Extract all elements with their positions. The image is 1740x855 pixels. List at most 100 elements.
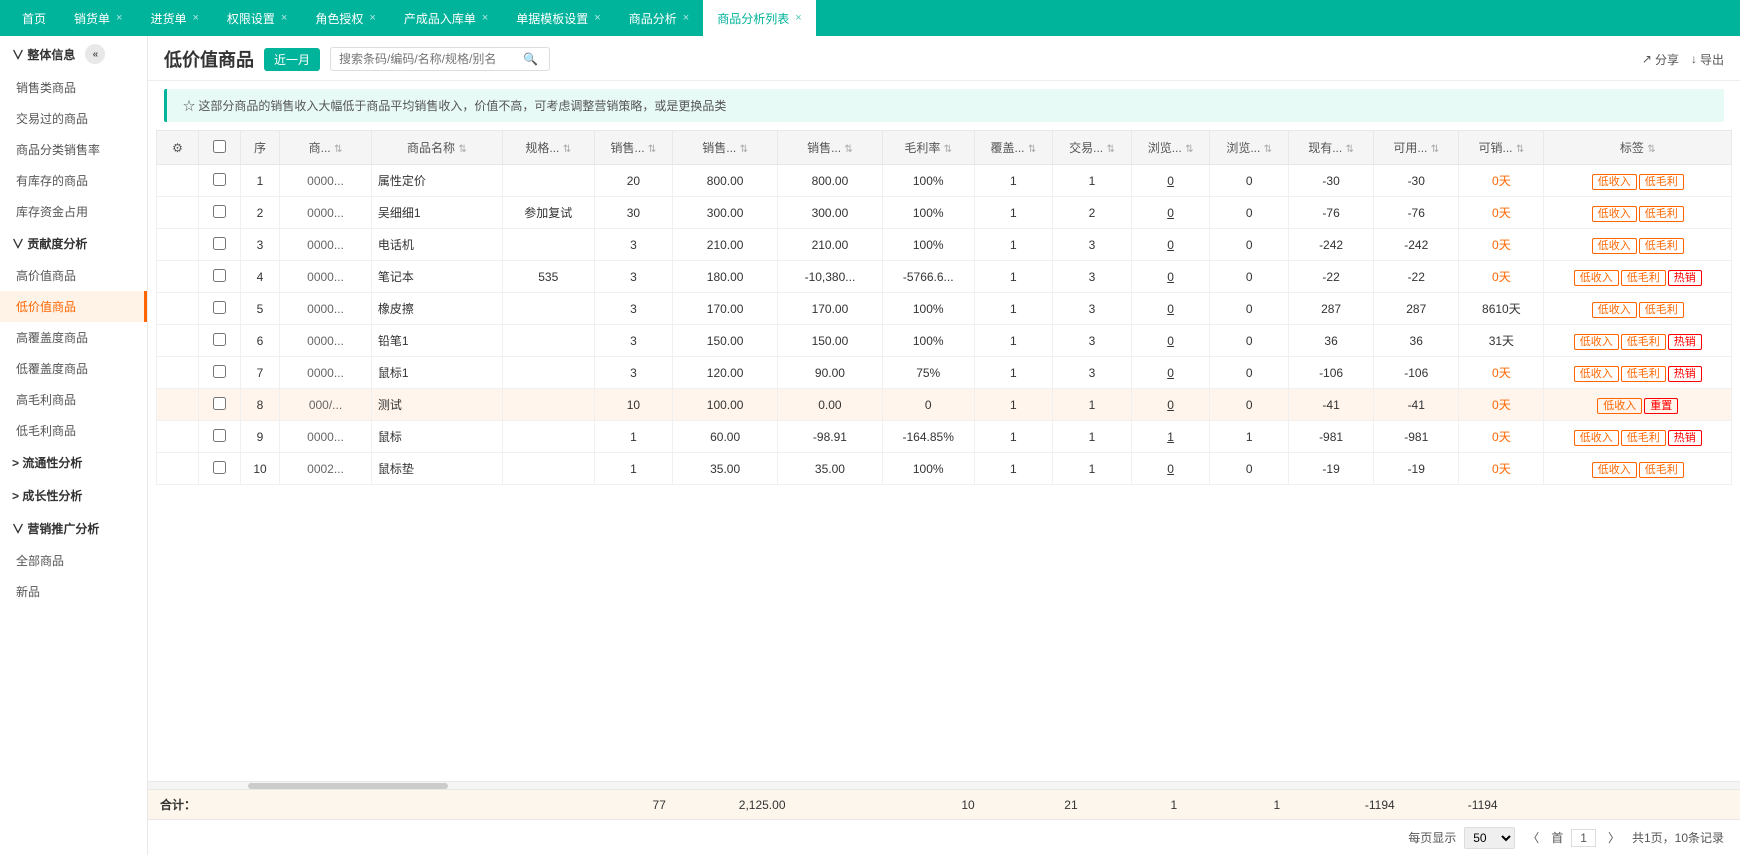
row-browse1[interactable]: 0 (1131, 325, 1210, 357)
row-code[interactable]: 0000... (280, 357, 372, 389)
close-sales[interactable]: × (116, 12, 122, 24)
select-all-checkbox[interactable] (213, 140, 226, 153)
browse-link[interactable]: 0 (1167, 270, 1174, 284)
row-name[interactable]: 鼠标1 (371, 357, 502, 389)
row-select-checkbox[interactable] (213, 173, 226, 186)
sidebar-item-sales-products[interactable]: 销售类商品 (0, 72, 147, 103)
close-purchase[interactable]: × (192, 12, 198, 24)
row-select-checkbox[interactable] (213, 269, 226, 282)
close-role[interactable]: × (369, 12, 375, 24)
row-name[interactable]: 鼠标垫 (371, 453, 502, 485)
row-name[interactable]: 鼠标 (371, 421, 502, 453)
th-stock1[interactable]: 现有... ⇅ (1289, 131, 1374, 165)
row-browse1[interactable]: 0 (1131, 197, 1210, 229)
sidebar-item-high-coverage[interactable]: 高覆盖度商品 (0, 322, 147, 353)
th-days[interactable]: 可销... ⇅ (1459, 131, 1544, 165)
sidebar-item-new-products[interactable]: 新品 (0, 576, 147, 607)
th-stock2[interactable]: 可用... ⇅ (1374, 131, 1459, 165)
sidebar-group-marketing[interactable]: ∨ 营销推广分析 (0, 512, 147, 545)
sidebar-item-all-products[interactable]: 全部商品 (0, 545, 147, 576)
sidebar-group-circulation[interactable]: > 流通性分析 (0, 446, 147, 479)
row-checkbox[interactable] (198, 165, 240, 197)
close-template[interactable]: × (594, 12, 600, 24)
row-select-checkbox[interactable] (213, 397, 226, 410)
th-spec[interactable]: 规格... ⇅ (502, 131, 594, 165)
th-gross[interactable]: 毛利率 ⇅ (882, 131, 974, 165)
sidebar-item-stocked-products[interactable]: 有库存的商品 (0, 165, 147, 196)
row-select-checkbox[interactable] (213, 205, 226, 218)
collapse-overview[interactable]: « (85, 44, 105, 64)
sidebar-item-low-coverage[interactable]: 低覆盖度商品 (0, 353, 147, 384)
row-code[interactable]: 0000... (280, 197, 372, 229)
close-product-inbound[interactable]: × (482, 12, 488, 24)
th-browse1[interactable]: 浏览... ⇅ (1131, 131, 1210, 165)
row-name[interactable]: 测试 (371, 389, 502, 421)
row-code[interactable]: 0000... (280, 165, 372, 197)
row-select-checkbox[interactable] (213, 333, 226, 346)
browse-link[interactable]: 0 (1167, 174, 1174, 188)
nav-product-analysis-list[interactable]: 商品分析列表 × (703, 0, 815, 36)
th-browse2[interactable]: 浏览... ⇅ (1210, 131, 1289, 165)
row-code[interactable]: 0000... (280, 293, 372, 325)
row-checkbox[interactable] (198, 261, 240, 293)
th-coverage[interactable]: 覆盖... ⇅ (974, 131, 1053, 165)
browse-link[interactable]: 0 (1167, 302, 1174, 316)
browse-link[interactable]: 1 (1167, 430, 1174, 444)
export-button[interactable]: ↓ 导出 (1691, 51, 1724, 68)
nav-purchase[interactable]: 进货单 × (136, 0, 212, 36)
row-select-checkbox[interactable] (213, 237, 226, 250)
browse-link[interactable]: 0 (1167, 366, 1174, 380)
nav-template[interactable]: 单据模板设置 × (502, 0, 614, 36)
row-name[interactable]: 橡皮擦 (371, 293, 502, 325)
browse-link[interactable]: 0 (1167, 238, 1174, 252)
search-icon[interactable]: 🔍 (523, 52, 538, 66)
sidebar-group-contribution[interactable]: ∨ 贡献度分析 (0, 227, 147, 260)
row-checkbox[interactable] (198, 389, 240, 421)
sidebar-item-traded-products[interactable]: 交易过的商品 (0, 103, 147, 134)
th-sales3[interactable]: 销售... ⇅ (778, 131, 883, 165)
row-select-checkbox[interactable] (213, 429, 226, 442)
sidebar-item-low-value[interactable]: 低价值商品 (0, 291, 147, 322)
th-tags[interactable]: 标签 ⇅ (1544, 131, 1732, 165)
row-code[interactable]: 0000... (280, 421, 372, 453)
browse-link[interactable]: 0 (1167, 398, 1174, 412)
row-checkbox[interactable] (198, 293, 240, 325)
row-checkbox[interactable] (198, 421, 240, 453)
next-page[interactable]: 〉 (1604, 829, 1624, 846)
scroll-bar-area[interactable] (148, 781, 1740, 789)
th-name[interactable]: 商品名称 ⇅ (371, 131, 502, 165)
row-checkbox[interactable] (198, 325, 240, 357)
table-container[interactable]: ⚙ 序 商... ⇅ 商品名称 ⇅ 规格... ⇅ 销售... ⇅ 销售... … (148, 130, 1740, 781)
th-sales2[interactable]: 销售... ⇅ (673, 131, 778, 165)
nav-product-analysis[interactable]: 商品分析 × (615, 0, 703, 36)
share-button[interactable]: ↗ 分享 (1642, 51, 1679, 68)
th-settings[interactable]: ⚙ (157, 131, 199, 165)
row-browse1[interactable]: 0 (1131, 357, 1210, 389)
row-name[interactable]: 铅笔1 (371, 325, 502, 357)
row-select-checkbox[interactable] (213, 301, 226, 314)
browse-link[interactable]: 0 (1167, 206, 1174, 220)
nav-permission[interactable]: 权限设置 × (213, 0, 301, 36)
row-browse1[interactable]: 0 (1131, 165, 1210, 197)
row-name[interactable]: 电话机 (371, 229, 502, 261)
row-select-checkbox[interactable] (213, 365, 226, 378)
search-input[interactable] (339, 52, 519, 66)
nav-product-inbound[interactable]: 产成品入库单 × (390, 0, 502, 36)
row-browse1[interactable]: 0 (1131, 453, 1210, 485)
row-select-checkbox[interactable] (213, 461, 226, 474)
nav-sales[interactable]: 销货单 × (60, 0, 136, 36)
sidebar-group-overview[interactable]: ∨ 整体信息 « (0, 36, 147, 72)
sidebar-group-growth[interactable]: > 成长性分析 (0, 479, 147, 512)
row-name[interactable]: 笔记本 (371, 261, 502, 293)
browse-link[interactable]: 0 (1167, 462, 1174, 476)
th-sales1[interactable]: 销售... ⇅ (594, 131, 673, 165)
row-checkbox[interactable] (198, 229, 240, 261)
sidebar-item-category-rate[interactable]: 商品分类销售率 (0, 134, 147, 165)
row-code[interactable]: 0000... (280, 325, 372, 357)
sidebar-item-high-margin[interactable]: 高毛利商品 (0, 384, 147, 415)
row-browse1[interactable]: 0 (1131, 261, 1210, 293)
row-checkbox[interactable] (198, 197, 240, 229)
row-code[interactable]: 0002... (280, 453, 372, 485)
sidebar-item-high-value[interactable]: 高价值商品 (0, 260, 147, 291)
row-name[interactable]: 吴细细1 (371, 197, 502, 229)
